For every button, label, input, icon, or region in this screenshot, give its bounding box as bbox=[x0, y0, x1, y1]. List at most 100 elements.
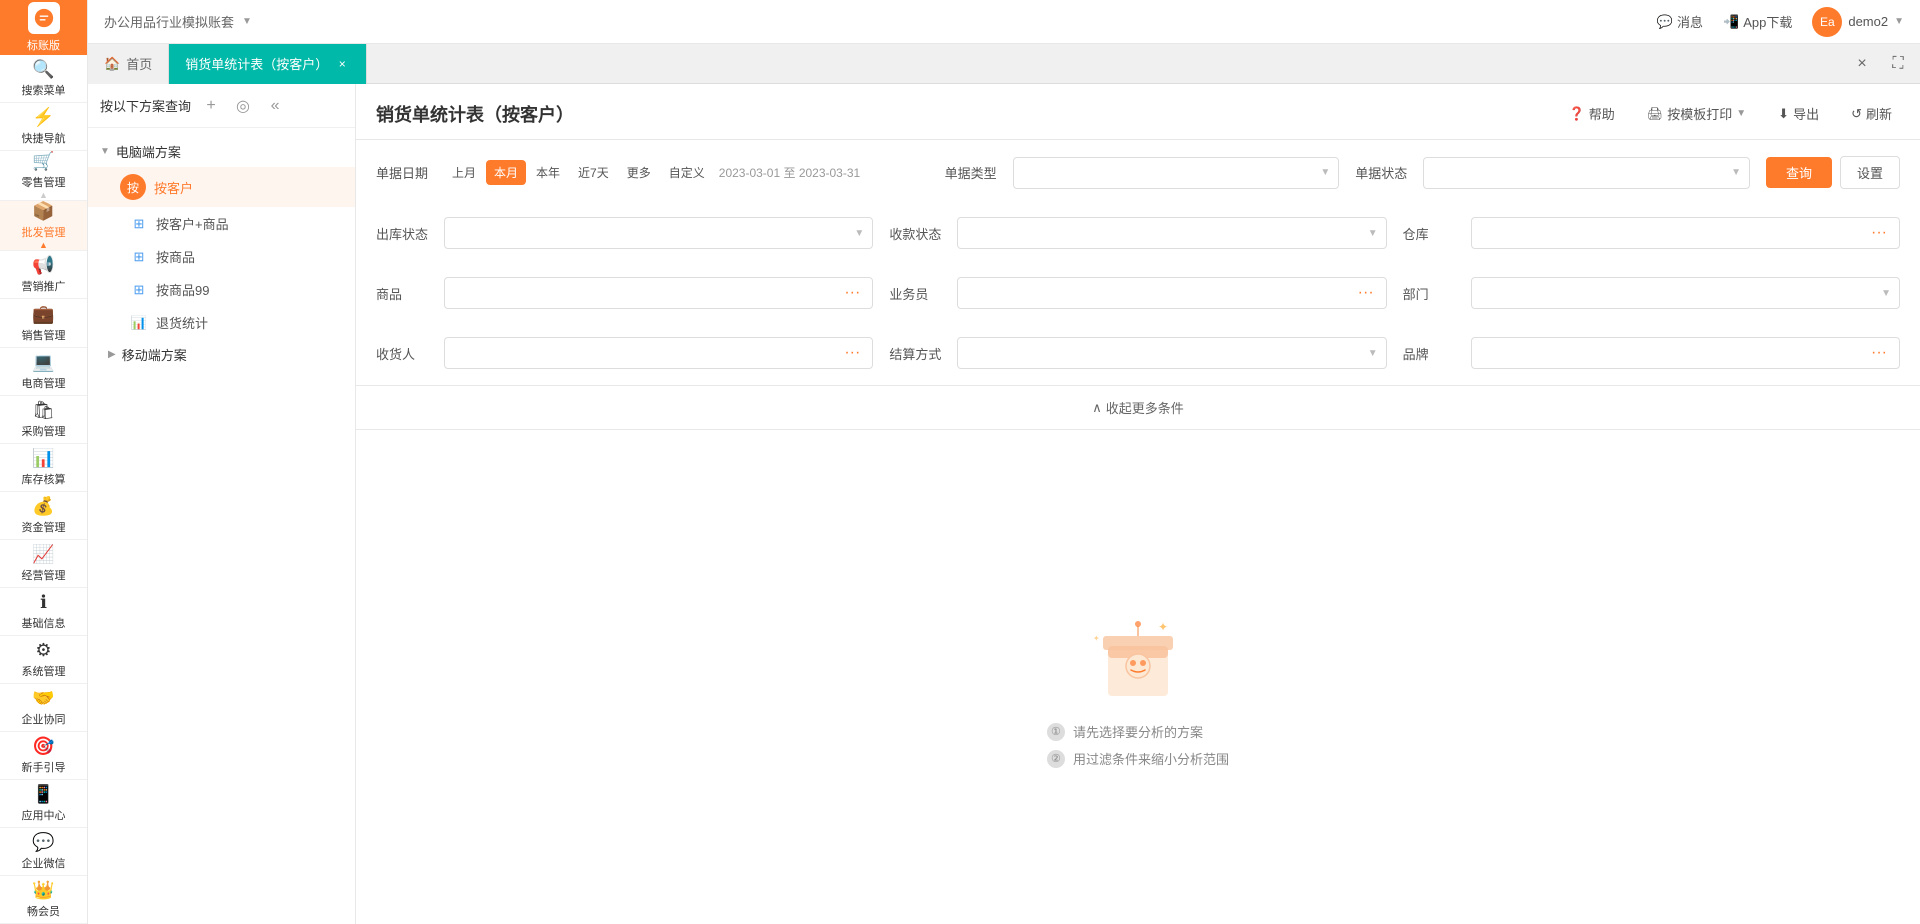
warehouse-dots-btn[interactable]: ··· bbox=[1867, 224, 1891, 242]
print-btn[interactable]: 🖨 按模板打印 ▼ bbox=[1639, 100, 1754, 127]
by-customer-product-label: 按客户+商品 bbox=[156, 214, 229, 233]
query-btn[interactable]: 查询 bbox=[1766, 157, 1832, 188]
header-left: 办公用品行业模拟账套 ▼ bbox=[104, 12, 252, 31]
sidebar-item-finance[interactable]: 💰 资金管理 bbox=[0, 492, 88, 540]
cooperation-icon: 🤝 bbox=[32, 688, 54, 709]
download-btn[interactable]: 📲 App下载 bbox=[1723, 12, 1792, 31]
return-stats-icon: 📊 bbox=[130, 314, 148, 332]
sidebar-item-wechat[interactable]: 💬 企业微信 bbox=[0, 828, 88, 876]
sidebar-item-cooperation[interactable]: 🤝 企业协同 bbox=[0, 684, 88, 732]
receiver-select[interactable]: ··· bbox=[444, 337, 873, 369]
message-btn[interactable]: 💬 消息 bbox=[1657, 12, 1703, 31]
app-logo[interactable]: 标账版 bbox=[0, 0, 88, 55]
filter-row-4: 收货人 ··· 结算方式 ▼ bbox=[376, 337, 1900, 369]
tab-home[interactable]: 🏠 首页 bbox=[88, 44, 169, 84]
product-select[interactable]: ··· bbox=[444, 277, 873, 309]
sidebar-item-operations[interactable]: 📈 经营管理 bbox=[0, 540, 88, 588]
date-tab-this-year[interactable]: 本年 bbox=[528, 160, 568, 185]
collapse-filters-btn[interactable]: ∧ 收起更多条件 bbox=[1080, 394, 1196, 421]
right-panel: 销货单统计表（按客户） ❓ 帮助 🖨 按模板打印 ▼ ⬇ bbox=[356, 84, 1920, 924]
help-btn[interactable]: ❓ 帮助 bbox=[1561, 100, 1623, 127]
industry-label: 办公用品行业模拟账套 bbox=[104, 12, 234, 31]
sidebar-item-purchase[interactable]: 🛍 采购管理 bbox=[0, 396, 88, 444]
warehouse-select[interactable]: ··· bbox=[1471, 217, 1900, 249]
sidebar-item-guide[interactable]: 🎯 新手引导 bbox=[0, 732, 88, 780]
left-panel: 按以下方案查询 + ◎ « ▼ 电脑端方案 按 按客户 ⊞ 按客户+商品 bbox=[88, 84, 356, 924]
date-label: 单据日期 bbox=[376, 163, 436, 182]
mobile-scheme-label: 移动端方案 bbox=[122, 345, 187, 364]
collapse-panel-btn[interactable]: « bbox=[263, 94, 287, 118]
receipt-status-label: 收款状态 bbox=[889, 224, 949, 243]
department-label: 部门 bbox=[1403, 284, 1463, 303]
by-product-label: 按商品 bbox=[156, 247, 195, 266]
tab-close-btn[interactable]: × bbox=[334, 56, 350, 72]
tree-item-return-stats[interactable]: 📊 退货统计 bbox=[88, 306, 355, 339]
tab-close-window-btn[interactable]: × bbox=[1848, 50, 1876, 78]
sidebar-item-marketing[interactable]: 📢 营销推广 bbox=[0, 251, 88, 299]
salesperson-select[interactable]: ··· bbox=[957, 277, 1386, 309]
message-icon: 💬 bbox=[1657, 14, 1673, 30]
add-scheme-btn[interactable]: + bbox=[199, 94, 223, 118]
refresh-btn[interactable]: ↺ 刷新 bbox=[1843, 100, 1900, 127]
date-tab-last-7days[interactable]: 近7天 bbox=[570, 160, 617, 185]
sidebar-item-search[interactable]: 🔍 搜索菜单 bbox=[0, 55, 88, 103]
brand-dots-btn[interactable]: ··· bbox=[1867, 344, 1891, 362]
sidebar-item-apps[interactable]: 📱 应用中心 bbox=[0, 780, 88, 828]
date-tab-last-month[interactable]: 上月 bbox=[444, 160, 484, 185]
tree-item-by-customer-product[interactable]: ⊞ 按客户+商品 bbox=[88, 207, 355, 240]
tree-item-by-product[interactable]: ⊞ 按商品 bbox=[88, 240, 355, 273]
export-btn[interactable]: ⬇ 导出 bbox=[1770, 100, 1827, 127]
date-tab-custom[interactable]: 自定义 bbox=[661, 160, 713, 185]
sidebar-item-sales[interactable]: 💼 销售管理 bbox=[0, 299, 88, 347]
out-status-select[interactable]: ▼ bbox=[444, 217, 873, 249]
receiver-label: 收货人 bbox=[376, 344, 436, 363]
sidebar-item-wholesale[interactable]: 📦 批发管理 ▲ bbox=[0, 201, 88, 251]
settings-scheme-btn[interactable]: ◎ bbox=[231, 94, 255, 118]
sidebar-item-inventory[interactable]: 📊 库存核算 bbox=[0, 444, 88, 492]
salesperson-dots-btn[interactable]: ··· bbox=[1354, 284, 1378, 302]
inventory-icon: 📊 bbox=[32, 448, 54, 469]
doc-status-label: 单据状态 bbox=[1355, 163, 1415, 182]
return-stats-label: 退货统计 bbox=[156, 313, 208, 332]
receipt-status-chevron: ▼ bbox=[1368, 228, 1378, 239]
industry-dropdown-arrow[interactable]: ▼ bbox=[242, 16, 252, 27]
retail-arrow: ▲ bbox=[39, 190, 48, 200]
sidebar-item-member[interactable]: 👑 畅会员 bbox=[0, 876, 88, 924]
page-title-row: 销货单统计表（按客户） ❓ 帮助 🖨 按模板打印 ▼ ⬇ bbox=[376, 100, 1900, 127]
receiver-dots-btn[interactable]: ··· bbox=[840, 344, 864, 362]
sidebar-item-system[interactable]: ⚙ 系统管理 bbox=[0, 636, 88, 684]
brand-label: 品牌 bbox=[1403, 344, 1463, 363]
top-header: 办公用品行业模拟账套 ▼ 💬 消息 📲 App下载 Ea demo2 ▼ bbox=[88, 0, 1920, 44]
product-dots-btn[interactable]: ··· bbox=[840, 284, 864, 302]
tab-sales-stat[interactable]: 销货单统计表（按客户） × bbox=[169, 44, 367, 84]
date-tab-more[interactable]: 更多 bbox=[619, 160, 659, 185]
user-avatar: Ea bbox=[1812, 7, 1842, 37]
tab-maximize-btn[interactable]: ⛶ bbox=[1884, 50, 1912, 78]
sidebar-item-quick-nav[interactable]: ⚡ 快捷导航 bbox=[0, 103, 88, 151]
tree-section: ▼ 电脑端方案 按 按客户 ⊞ 按客户+商品 ⊞ 按商品 ⊞ bbox=[88, 128, 355, 378]
sales-icon: 💼 bbox=[32, 304, 54, 325]
doc-status-select[interactable]: ▼ bbox=[1423, 157, 1750, 189]
payment-select[interactable]: ▼ bbox=[957, 337, 1386, 369]
doc-type-chevron: ▼ bbox=[1320, 167, 1330, 178]
filter-item-doc-type: 单据类型 ▼ bbox=[945, 157, 1340, 189]
sidebar-item-basic[interactable]: ℹ 基础信息 bbox=[0, 588, 88, 636]
basic-icon: ℹ bbox=[40, 592, 47, 613]
department-select[interactable]: ▼ bbox=[1471, 277, 1900, 309]
desktop-scheme-group[interactable]: ▼ 电脑端方案 bbox=[88, 136, 355, 167]
doc-type-select[interactable]: ▼ bbox=[1013, 157, 1340, 189]
mobile-scheme-group[interactable]: ▶ 移动端方案 bbox=[88, 339, 355, 370]
download-icon: 📲 bbox=[1723, 14, 1739, 30]
brand-select[interactable]: ··· bbox=[1471, 337, 1900, 369]
date-tab-this-month[interactable]: 本月 bbox=[486, 160, 526, 185]
by-customer-product-icon: ⊞ bbox=[130, 215, 148, 233]
user-menu[interactable]: Ea demo2 ▼ bbox=[1812, 7, 1904, 37]
payment-label: 结算方式 bbox=[889, 344, 949, 363]
settings-btn[interactable]: 设置 bbox=[1840, 156, 1900, 189]
sidebar-item-ecommerce[interactable]: 💻 电商管理 bbox=[0, 348, 88, 396]
sidebar-item-retail[interactable]: 🛒 零售管理 ▲ bbox=[0, 151, 88, 201]
tree-item-by-customer[interactable]: 按 按客户 bbox=[88, 167, 355, 207]
date-range-value[interactable]: 2023-03-01 至 2023-03-31 bbox=[719, 164, 860, 181]
receipt-status-select[interactable]: ▼ bbox=[957, 217, 1386, 249]
tree-item-by-product-99[interactable]: ⊞ 按商品99 bbox=[88, 273, 355, 306]
